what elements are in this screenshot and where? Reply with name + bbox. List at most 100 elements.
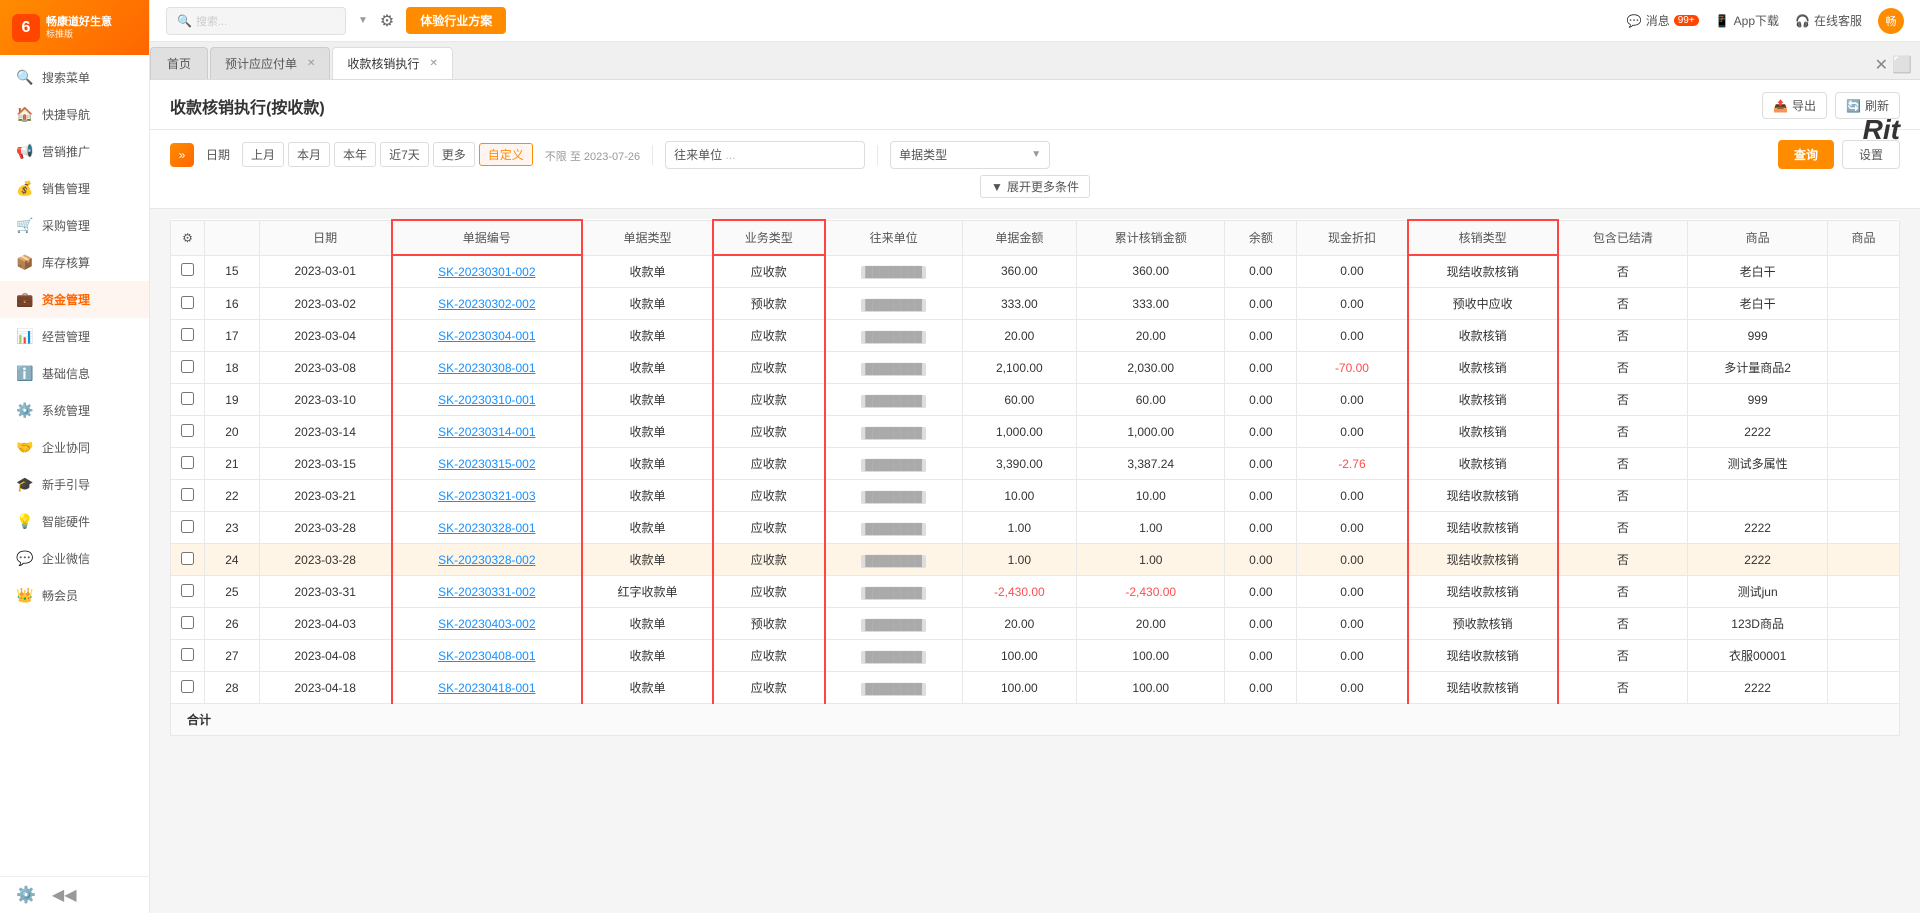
bill-no-link[interactable]: SK-20230328-002: [438, 553, 535, 567]
export-label: 导出: [1792, 97, 1816, 114]
settings-icon[interactable]: ⚙️: [16, 885, 36, 905]
cell-bill-no: SK-20230328-002: [392, 544, 583, 576]
topbar-chevron-icon[interactable]: ▼: [358, 15, 368, 26]
headset-icon: 🎧: [1795, 14, 1810, 28]
marketing-icon: 📢: [16, 143, 34, 160]
prepay-tab-close-icon[interactable]: ✕: [307, 58, 315, 69]
bill-no-link[interactable]: SK-20230321-003: [438, 489, 535, 503]
sidebar-item-inventory[interactable]: 📦 库存核算: [0, 244, 149, 281]
unit-filter-input[interactable]: 往来单位 ...: [665, 141, 865, 169]
service-item[interactable]: 🎧 在线客服: [1795, 12, 1862, 29]
table-row: 20 2023-03-14 SK-20230314-001 收款单 应收款 ██…: [171, 416, 1900, 448]
cell-cash-discount: 0.00: [1297, 672, 1408, 704]
bill-no-link[interactable]: SK-20230331-002: [438, 585, 535, 599]
tab-maximize-icon[interactable]: ⬜: [1892, 55, 1912, 75]
sidebar-item-search[interactable]: 🔍 搜索菜单: [0, 59, 149, 96]
sidebar-item-operations[interactable]: 📊 经营管理: [0, 318, 149, 355]
cell-no: 22: [205, 480, 260, 512]
cell-date: 2023-03-02: [259, 288, 391, 320]
more-date-button[interactable]: 更多: [433, 142, 475, 167]
search-placeholder: 搜索...: [196, 13, 227, 29]
cell-goods: 2222: [1688, 512, 1828, 544]
filter-expand-button[interactable]: »: [170, 143, 194, 167]
cell-verified-amount: 10.00: [1077, 480, 1225, 512]
sidebar-item-wechat[interactable]: 💬 企业微信: [0, 540, 149, 577]
cell-biz-type: 预收款: [713, 288, 825, 320]
collect-tab-close-icon[interactable]: ✕: [429, 58, 437, 69]
bill-no-link[interactable]: SK-20230315-002: [438, 457, 535, 471]
cell-biz-type: 应收款: [713, 320, 825, 352]
cell-bill-no: SK-20230321-003: [392, 480, 583, 512]
bill-no-link[interactable]: SK-20230302-002: [438, 297, 535, 311]
sidebar-item-corp[interactable]: 🤝 企业协同: [0, 429, 149, 466]
cell-verified-amount: 20.00: [1077, 608, 1225, 640]
cell-unit: ████████: [825, 416, 963, 448]
sidebar-item-finance[interactable]: 💼 资金管理: [0, 281, 149, 318]
query-button[interactable]: 查询: [1778, 140, 1834, 169]
sidebar-item-marketing[interactable]: 📢 营销推广: [0, 133, 149, 170]
sidebar-item-basic[interactable]: ℹ️ 基础信息: [0, 355, 149, 392]
bill-no-link[interactable]: SK-20230328-001: [438, 521, 535, 535]
cell-checkbox[interactable]: [171, 544, 205, 576]
cell-goods2: [1828, 480, 1900, 512]
this-month-button[interactable]: 本月: [288, 142, 330, 167]
solution-button[interactable]: 体验行业方案: [406, 7, 506, 34]
cell-checkbox[interactable]: [171, 352, 205, 384]
sidebar-item-newbie[interactable]: 🎓 新手引导: [0, 466, 149, 503]
bill-no-link[interactable]: SK-20230301-002: [438, 265, 535, 279]
cell-checkbox[interactable]: [171, 384, 205, 416]
cell-checkbox[interactable]: [171, 608, 205, 640]
search-icon: 🔍: [16, 69, 34, 86]
sidebar-item-member[interactable]: 👑 畅会员: [0, 577, 149, 614]
cell-checkbox[interactable]: [171, 576, 205, 608]
tab-close-all-icon[interactable]: ✕: [1875, 55, 1888, 75]
bill-no-link[interactable]: SK-20230310-001: [438, 393, 535, 407]
sidebar-item-quicknav[interactable]: 🏠 快捷导航: [0, 96, 149, 133]
cell-cash-discount: 0.00: [1297, 416, 1408, 448]
bill-no-link[interactable]: SK-20230403-002: [438, 617, 535, 631]
topbar-gear-icon[interactable]: ⚙: [380, 11, 394, 31]
cell-bill-type: 收款单: [582, 448, 713, 480]
cell-checkbox[interactable]: [171, 416, 205, 448]
sidebar-item-hardware[interactable]: 💡 智能硬件: [0, 503, 149, 540]
filter-separator-2: [877, 145, 878, 165]
bill-no-link[interactable]: SK-20230418-001: [438, 681, 535, 695]
tab-home[interactable]: 首页: [150, 47, 208, 79]
last-month-button[interactable]: 上月: [242, 142, 284, 167]
bill-type-filter[interactable]: 单据类型 ▼: [890, 141, 1050, 169]
collapse-icon[interactable]: ◀◀: [52, 885, 77, 905]
cell-unit: ████████: [825, 544, 963, 576]
cell-checkbox[interactable]: [171, 448, 205, 480]
tabbar: 首页 预计应应付单 ✕ 收款核销执行 ✕ ✕ ⬜: [150, 42, 1920, 80]
th-gear[interactable]: ⚙: [171, 220, 205, 255]
expand-more-button[interactable]: ▼ 展开更多条件: [980, 175, 1090, 198]
cell-checkbox[interactable]: [171, 640, 205, 672]
tab-collect[interactable]: 收款核销执行 ✕: [332, 47, 452, 79]
last-7days-button[interactable]: 近7天: [380, 142, 429, 167]
cell-checkbox[interactable]: [171, 480, 205, 512]
cell-checkbox[interactable]: [171, 320, 205, 352]
cell-checkbox[interactable]: [171, 672, 205, 704]
custom-date-button[interactable]: 自定义: [479, 143, 533, 166]
cell-checkbox[interactable]: [171, 255, 205, 288]
cell-bill-no: SK-20230304-001: [392, 320, 583, 352]
cell-no: 17: [205, 320, 260, 352]
cell-goods: 衣服00001: [1688, 640, 1828, 672]
bill-no-link[interactable]: SK-20230314-001: [438, 425, 535, 439]
cell-cash-discount: 0.00: [1297, 288, 1408, 320]
tab-prepay[interactable]: 预计应应付单 ✕: [210, 47, 330, 79]
sidebar-item-purchase[interactable]: 🛒 采购管理: [0, 207, 149, 244]
cell-checkbox[interactable]: [171, 288, 205, 320]
bill-no-link[interactable]: SK-20230408-001: [438, 649, 535, 663]
this-year-button[interactable]: 本年: [334, 142, 376, 167]
cell-checkbox[interactable]: [171, 512, 205, 544]
topbar-search[interactable]: 🔍 搜索...: [166, 7, 346, 35]
export-button[interactable]: 📤 导出: [1762, 92, 1827, 119]
bill-no-link[interactable]: SK-20230308-001: [438, 361, 535, 375]
app-item[interactable]: 📱 App下载: [1715, 12, 1779, 29]
sidebar-item-system[interactable]: ⚙️ 系统管理: [0, 392, 149, 429]
avatar[interactable]: 畅: [1878, 8, 1904, 34]
sidebar-item-sales[interactable]: 💰 销售管理: [0, 170, 149, 207]
bill-no-link[interactable]: SK-20230304-001: [438, 329, 535, 343]
messages-item[interactable]: 💬 消息 99+: [1627, 12, 1699, 29]
